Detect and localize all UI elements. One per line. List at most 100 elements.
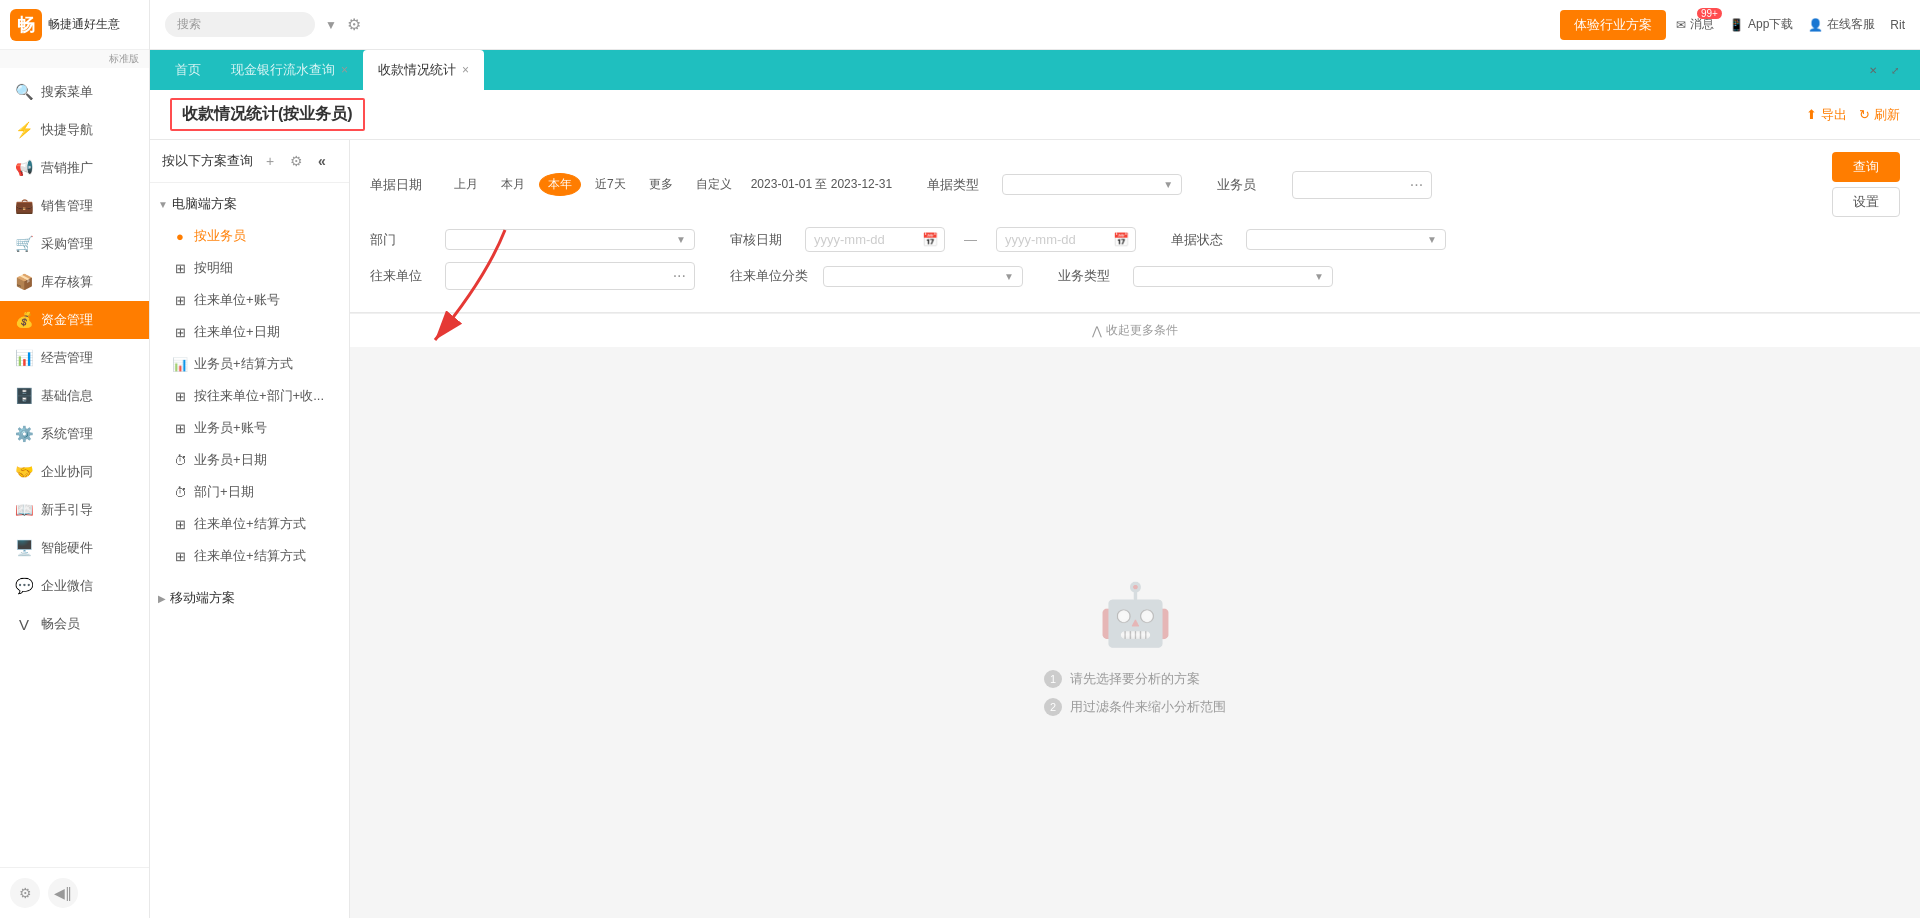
service-icon: 👤 <box>1808 18 1823 32</box>
date-btn-more[interactable]: 更多 <box>640 173 682 196</box>
tree-desktop-label: 电脑端方案 <box>172 195 237 213</box>
logo-icon: 畅 <box>10 9 42 41</box>
topbar-search[interactable]: 搜索 <box>165 12 315 37</box>
topbar-gear-icon[interactable]: ⚙ <box>347 15 361 34</box>
partner-category-select[interactable]: ▼ <box>823 266 1023 287</box>
salesperson-more-icon[interactable]: ··· <box>1410 176 1423 194</box>
voucher-type-label: 单据类型 <box>927 176 987 194</box>
inventory-icon: 📦 <box>15 273 33 291</box>
review-date-end-input[interactable] <box>997 228 1107 251</box>
query-button[interactable]: 查询 <box>1832 152 1900 182</box>
calendar-end-icon[interactable]: 📅 <box>1107 228 1135 251</box>
business-type-arrow: ▼ <box>1314 271 1324 282</box>
user-avatar[interactable]: Rit <box>1890 18 1905 32</box>
tree-item-by-salesperson[interactable]: ● 按业务员 <box>160 220 349 252</box>
sidebar-collapse-button[interactable]: ◀‖ <box>48 878 78 908</box>
sidebar-item-marketing[interactable]: 📢 营销推广 <box>0 149 149 187</box>
left-panel-actions: + ⚙ « <box>259 150 333 172</box>
filter-settings-button[interactable]: 设置 <box>1832 187 1900 217</box>
tab-home[interactable]: 首页 <box>160 50 216 90</box>
tree-mobile-parent[interactable]: ▶ 移动端方案 <box>150 582 349 614</box>
sidebar-item-wechat[interactable]: 💬 企业微信 <box>0 567 149 605</box>
salesperson-account-icon: ⊞ <box>172 420 188 436</box>
tab-receivable-stats-close[interactable]: × <box>462 63 469 77</box>
review-date-start-input[interactable] <box>806 228 916 251</box>
date-quick-group: 上月 本月 本年 近7天 更多 自定义 2023-01-01 至 2023-12… <box>445 173 892 196</box>
tree-item-partner-dept-label: 按往来单位+部门+收... <box>194 387 324 405</box>
window-close-button[interactable]: ✕ <box>1866 63 1880 77</box>
sidebar-item-enterprise[interactable]: 🤝 企业协同 <box>0 453 149 491</box>
voucher-status-arrow: ▼ <box>1427 234 1437 245</box>
tip-num-2: 2 <box>1044 698 1062 716</box>
tree-item-salesperson-date[interactable]: ⏱ 业务员+日期 <box>160 444 349 476</box>
scheme-settings-button[interactable]: ⚙ <box>285 150 307 172</box>
date-btn-this-year[interactable]: 本年 <box>539 173 581 196</box>
sidebar-item-search[interactable]: 🔍 搜索菜单 <box>0 73 149 111</box>
sidebar-item-system[interactable]: ⚙️ 系统管理 <box>0 415 149 453</box>
review-date-label: 审核日期 <box>730 231 790 249</box>
sidebar-settings-button[interactable]: ⚙ <box>10 878 40 908</box>
topbar-right: ✉ 消息 99+ 📱 App下载 👤 在线客服 Rit <box>1676 16 1905 33</box>
sidebar-item-operations[interactable]: 📊 经营管理 <box>0 339 149 377</box>
tree-item-by-detail[interactable]: ⊞ 按明细 <box>160 252 349 284</box>
tree-item-salesperson-account-label: 业务员+账号 <box>194 419 267 437</box>
date-btn-7days[interactable]: 近7天 <box>586 173 635 196</box>
sidebar: 畅 畅捷通好生意 标准版 🔍 搜索菜单 ⚡ 快捷导航 📢 营销推广 💼 销售管理… <box>0 0 150 918</box>
tree-item-salesperson-label: 按业务员 <box>194 227 246 245</box>
tree-item-salesperson-settle-label: 业务员+结算方式 <box>194 355 293 373</box>
partner-more-icon[interactable]: ··· <box>673 267 686 285</box>
sidebar-item-sales[interactable]: 💼 销售管理 <box>0 187 149 225</box>
tree-item-partner-dept[interactable]: ⊞ 按往来单位+部门+收... <box>160 380 349 412</box>
window-maximize-button[interactable]: ⤢ <box>1888 63 1902 77</box>
voucher-status-select[interactable]: ▼ <box>1246 229 1446 250</box>
collapse-more-button[interactable]: ⋀ 收起更多条件 <box>350 313 1920 347</box>
sidebar-item-guide[interactable]: 📖 新手引导 <box>0 491 149 529</box>
partner-select[interactable]: ··· <box>445 262 695 290</box>
online-service-button[interactable]: 👤 在线客服 <box>1808 16 1875 33</box>
tree-item-dept-date-label: 部门+日期 <box>194 483 254 501</box>
left-panel-header: 按以下方案查询 + ⚙ « <box>150 140 349 183</box>
tab-bank-flow[interactable]: 现金银行流水查询 × <box>216 50 363 90</box>
tree-item-dept-date[interactable]: ⏱ 部门+日期 <box>160 476 349 508</box>
logo-text: 畅捷通好生意 <box>48 17 120 33</box>
sidebar-item-member[interactable]: V 畅会员 <box>0 605 149 643</box>
salesperson-select[interactable]: ··· <box>1292 171 1432 199</box>
message-button[interactable]: ✉ 消息 99+ <box>1676 16 1714 33</box>
sidebar-item-quick-nav[interactable]: ⚡ 快捷导航 <box>0 111 149 149</box>
tree-desktop-parent[interactable]: ▼ 电脑端方案 <box>150 188 349 220</box>
business-type-select[interactable]: ▼ <box>1133 266 1333 287</box>
right-panel: 单据日期 上月 本月 本年 近7天 更多 自定义 2023-01-01 至 20… <box>350 140 1920 918</box>
trial-button[interactable]: 体验行业方案 <box>1560 10 1666 40</box>
tree-item-partner-settle2[interactable]: ⊞ 往来单位+结算方式 <box>160 540 349 572</box>
page-title-box: 收款情况统计(按业务员) <box>170 98 365 131</box>
sidebar-item-inventory[interactable]: 📦 库存核算 <box>0 263 149 301</box>
content-area: 按以下方案查询 + ⚙ « ▼ 电脑端方案 ● 按业 <box>150 140 1920 918</box>
sidebar-bottom: ⚙ ◀‖ <box>0 867 149 918</box>
voucher-type-select[interactable]: ▼ <box>1002 174 1182 195</box>
tree-item-partner-account[interactable]: ⊞ 往来单位+账号 <box>160 284 349 316</box>
tree-item-partner-settle1[interactable]: ⊞ 往来单位+结算方式 <box>160 508 349 540</box>
date-btn-this-month[interactable]: 本月 <box>492 173 534 196</box>
sidebar-item-purchase[interactable]: 🛒 采购管理 <box>0 225 149 263</box>
app-download-button[interactable]: 📱 App下载 <box>1729 16 1793 33</box>
tree-item-salesperson-settle[interactable]: 📊 业务员+结算方式 <box>160 348 349 380</box>
sidebar-item-funds[interactable]: 💰 资金管理 <box>0 301 149 339</box>
tab-receivable-stats[interactable]: 收款情况统计 × <box>363 50 484 90</box>
refresh-button[interactable]: ↻ 刷新 <box>1859 106 1900 124</box>
date-btn-last-month[interactable]: 上月 <box>445 173 487 196</box>
sidebar-item-basic[interactable]: 🗄️ 基础信息 <box>0 377 149 415</box>
date-btn-custom[interactable]: 自定义 <box>687 173 741 196</box>
calendar-start-icon[interactable]: 📅 <box>916 228 944 251</box>
export-button[interactable]: ⬆ 导出 <box>1806 106 1847 124</box>
panel-collapse-button[interactable]: « <box>311 150 333 172</box>
tree-item-salesperson-account[interactable]: ⊞ 业务员+账号 <box>160 412 349 444</box>
tree-section-desktop: ▼ 电脑端方案 ● 按业务员 ⊞ 按明细 ⊞ <box>150 183 349 577</box>
dept-select[interactable]: ▼ <box>445 229 695 250</box>
tree-item-salesperson-date-label: 业务员+日期 <box>194 451 267 469</box>
tab-bank-flow-close[interactable]: × <box>341 63 348 77</box>
sidebar-item-hardware[interactable]: 🖥️ 智能硬件 <box>0 529 149 567</box>
tree-item-partner-date[interactable]: ⊞ 往来单位+日期 <box>160 316 349 348</box>
topbar-dropdown-arrow[interactable]: ▼ <box>325 18 337 32</box>
partner-settle1-icon: ⊞ <box>172 516 188 532</box>
add-scheme-button[interactable]: + <box>259 150 281 172</box>
